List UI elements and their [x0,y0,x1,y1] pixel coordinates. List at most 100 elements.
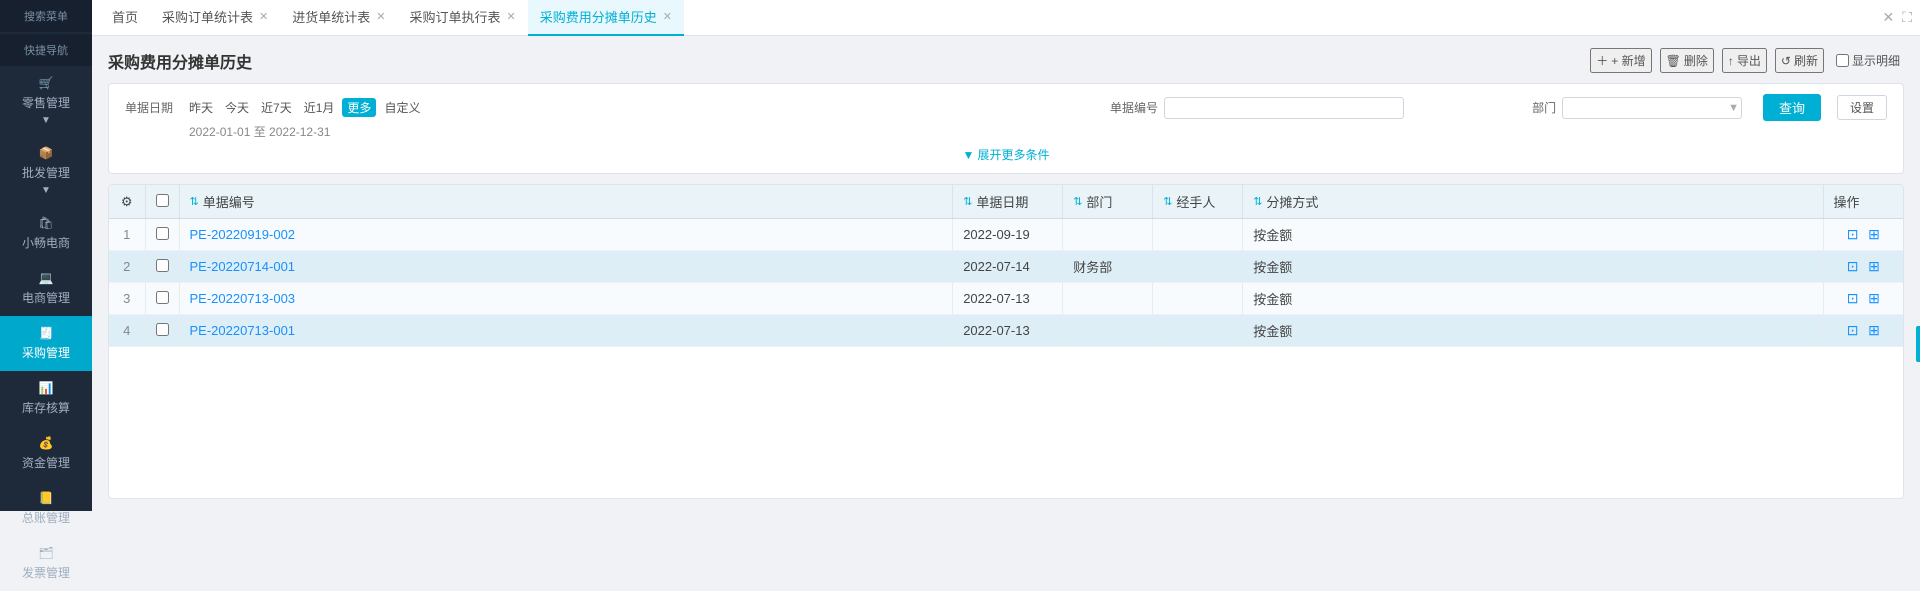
sidebar-item-purchase[interactable]: 🧾 采购管理 [0,316,92,371]
tab-purchase-order-exec[interactable]: 采购订单执行表 ✕ [397,0,527,36]
sidebar-search[interactable]: 搜索菜单 [0,0,92,32]
row-select-checkbox[interactable] [156,259,169,272]
more-icon[interactable]: ⊞ [1868,290,1880,306]
row-dept-4 [1063,315,1153,347]
date-filter-label: 单据日期 [125,99,173,116]
sidebar-item-ecom[interactable]: 💻 电商管理 [0,261,92,316]
show-cols-checkbox-wrap[interactable]: 显示明细 [1832,50,1904,71]
sidebar-item-wholesale[interactable]: 📦 批发管理 ▼ [0,136,92,206]
sidebar-quicknav[interactable]: 快捷导航 [0,34,92,66]
row-select-checkbox[interactable] [156,323,169,336]
shortcut-7days[interactable]: 近7天 [257,98,296,117]
delete-icon: 🗑 [1666,54,1681,68]
chevron-down-icon: ▼ [41,115,51,126]
add-icon: ＋ [1596,52,1608,69]
tab-action-close-icon[interactable]: ✕ [1882,9,1894,26]
settings-button[interactable]: 设置 [1837,95,1887,120]
query-button[interactable]: 查询 [1763,94,1821,121]
tab-actions: ✕ ⛶ [1882,9,1912,26]
shortcut-custom[interactable]: 自定义 [380,98,424,117]
refresh-icon: ↺ [1781,54,1791,68]
invoice-icon: 🗂 [38,546,53,560]
more-icon[interactable]: ⊞ [1868,226,1880,242]
sidebar-item-retail[interactable]: 🛒 零售管理 ▼ [0,66,92,136]
expand-icon: ▼ [963,148,975,162]
tab-purchase-cost-history[interactable]: 采购费用分摊单历史 ✕ [528,0,684,36]
shortcut-today[interactable]: 今天 [221,98,253,117]
export-button[interactable]: ↑ 导出 [1722,48,1767,73]
sidebar-item-invoice[interactable]: 🗂 发票管理 [0,536,92,591]
retail-icon: 🛒 [39,76,54,90]
tab-action-fullscreen-icon[interactable]: ⛶ [1902,9,1912,26]
sidebar-item-ecom-small[interactable]: 🛍 小畅电商 [0,206,92,261]
row-actions-4: ⊡ ⊞ [1823,315,1903,347]
tab-purchase-order-stats[interactable]: 采购订单统计表 ✕ [150,0,280,36]
tab-close-1[interactable]: ✕ [259,10,268,23]
page-title: 采购费用分摊单历史 [108,49,252,73]
tab-close-4[interactable]: ✕ [663,10,672,23]
finance-icon: 💰 [39,436,54,450]
row-num-2: 2 [109,251,145,283]
row-date-3: 2022-07-13 [953,283,1063,315]
th-method: ⇅ 分摊方式 [1243,185,1823,219]
order-no-input[interactable] [1164,97,1404,119]
row-order-no-1: PE-20220919-002 [179,219,953,251]
row-method-2: 按金额 [1243,251,1823,283]
row-actions-2: ⊡ ⊞ [1823,251,1903,283]
add-button[interactable]: ＋ + 新增 [1590,48,1651,73]
sidebar-item-inventory[interactable]: 📊 库存核算 [0,371,92,426]
date-range-display: 2022-01-01 至 2022-12-31 [189,125,330,139]
chevron-down-icon: ▼ [41,185,51,196]
export-icon: ↑ [1728,54,1734,68]
tab-close-3[interactable]: ✕ [507,10,516,23]
row-select-checkbox[interactable] [156,227,169,240]
table-header-row: ⚙ ⇅ 单据编号 ⇅ [109,185,1903,219]
tab-stock-stats[interactable]: 进货单统计表 ✕ [280,0,397,36]
tab-close-2[interactable]: ✕ [376,10,385,23]
more-icon[interactable]: ⊞ [1868,258,1880,274]
row-select-checkbox[interactable] [156,291,169,304]
shortcut-yesterday[interactable]: 昨天 [185,98,217,117]
sidebar-item-finance[interactable]: 💰 资金管理 [0,426,92,481]
gear-icon[interactable]: ⚙ [121,194,133,209]
row-checkbox-2 [145,251,179,283]
expand-btn[interactable]: ▼ 展开更多条件 [963,146,1050,163]
date-shortcuts: 昨天 今天 近7天 近1月 更多 自定义 [185,98,424,117]
more-icon[interactable]: ⊞ [1868,322,1880,338]
shortcut-more[interactable]: 更多 [342,98,376,117]
row-dept-2: 财务部 [1063,251,1153,283]
page-header: 采购费用分摊单历史 ＋ + 新增 🗑 删除 ↑ 导出 ↺ 刷新 [108,48,1904,73]
view-icon[interactable]: ⊡ [1847,322,1859,338]
sort-icon: ⇅ [1163,195,1172,208]
table-row: 3 PE-20220713-003 2022-07-13 按金额 ⊡ ⊞ [109,283,1903,315]
table-body: 1 PE-20220919-002 2022-09-19 按金额 ⊡ ⊞ 2 P… [109,219,1903,347]
view-icon[interactable]: ⊡ [1847,258,1859,274]
order-no-link[interactable]: PE-20220713-003 [190,291,296,306]
sort-icon: ⇅ [963,195,972,208]
delete-button[interactable]: 🗑 删除 [1660,48,1714,73]
row-method-3: 按金额 [1243,283,1823,315]
row-checkbox-1 [145,219,179,251]
refresh-button[interactable]: ↺ 刷新 [1775,48,1824,73]
show-cols-checkbox[interactable] [1836,54,1849,67]
order-no-link[interactable]: PE-20220714-001 [190,259,296,274]
row-num-4: 4 [109,315,145,347]
row-date-1: 2022-09-19 [953,219,1063,251]
filter-area: 单据日期 昨天 今天 近7天 近1月 更多 自定义 单据编号 部门 [108,83,1904,174]
view-icon[interactable]: ⊡ [1847,290,1859,306]
main-content: 首页 采购订单统计表 ✕ 进货单统计表 ✕ 采购订单执行表 ✕ 采购费用分摊单历… [92,0,1920,511]
table-row: 1 PE-20220919-002 2022-09-19 按金额 ⊡ ⊞ [109,219,1903,251]
row-method-1: 按金额 [1243,219,1823,251]
row-dept-3 [1063,283,1153,315]
tab-home[interactable]: 首页 [100,0,150,36]
sidebar-item-ledger[interactable]: 📒 总账管理 [0,481,92,536]
dept-select[interactable] [1562,97,1742,119]
wholesale-icon: 📦 [39,146,54,160]
shortcut-1month[interactable]: 近1月 [300,98,339,117]
select-all-checkbox[interactable] [156,194,169,207]
order-no-link[interactable]: PE-20220919-002 [190,227,296,242]
order-no-link[interactable]: PE-20220713-001 [190,323,296,338]
th-date: ⇅ 单据日期 [953,185,1063,219]
view-icon[interactable]: ⊡ [1847,226,1859,242]
row-order-no-4: PE-20220713-001 [179,315,953,347]
